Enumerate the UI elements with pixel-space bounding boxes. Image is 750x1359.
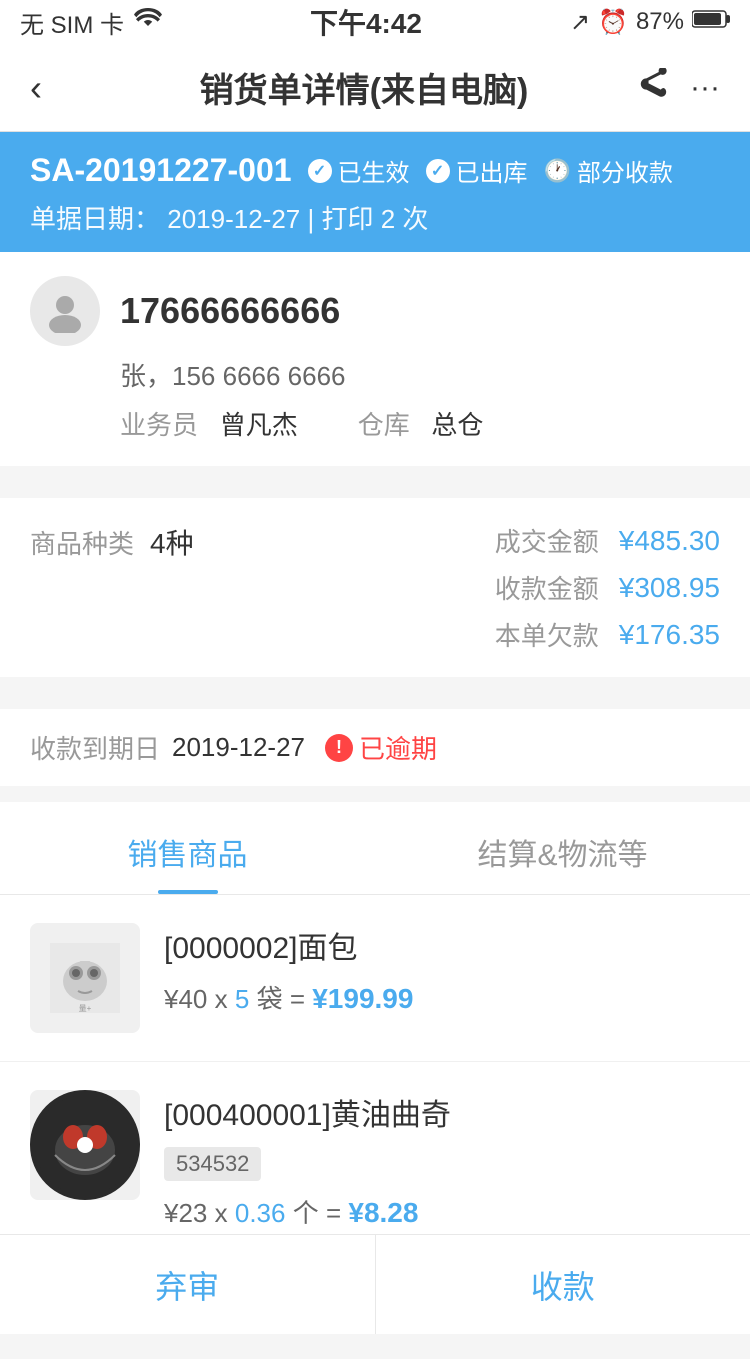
svg-text:量+: 量+: [79, 1004, 92, 1013]
more-button[interactable]: ···: [690, 71, 720, 105]
carrier-text: 无 SIM 卡: [20, 5, 124, 40]
summary-section: 商品种类 4种 成交金额 ¥485.30 收款金额 ¥308.95 本单欠款 ¥…: [0, 498, 750, 677]
debt-label: 本单欠款: [495, 616, 599, 653]
amounts: 成交金额 ¥485.30 收款金额 ¥308.95 本单欠款 ¥176.35: [495, 522, 720, 653]
overdue-text: 已逾期: [359, 729, 437, 766]
customer-extra: 业务员 曾凡杰 仓库 总仓: [30, 405, 720, 442]
type-label: 商品种类: [30, 524, 134, 561]
collect-button[interactable]: 收款: [376, 1235, 750, 1334]
battery-text: 87%: [636, 8, 684, 36]
debt-value: ¥176.35: [619, 619, 720, 651]
amount-label: 成交金额: [495, 522, 599, 559]
product-info-1: [0000002]面包 ¥40 x 5 袋 = ¥199.99: [164, 923, 720, 1016]
check-icon-2: ✓: [426, 159, 450, 183]
page-title: 销货单详情(来自电脑): [200, 63, 529, 112]
status-time: 下午4:42: [310, 2, 422, 42]
due-date-section: 收款到期日 2019-12-27 ! 已逾期: [0, 709, 750, 786]
warehouse: 总仓: [431, 410, 483, 440]
amount-value: ¥485.30: [619, 525, 720, 557]
due-date: 2019-12-27: [172, 732, 305, 763]
back-button[interactable]: ‹: [30, 67, 90, 109]
product-image-2: [30, 1090, 140, 1200]
status-bar: 无 SIM 卡 下午4:42 ↗ ⏰ 87%: [0, 0, 750, 44]
tab-settlement[interactable]: 结算&物流等: [375, 802, 750, 894]
received-value: ¥308.95: [619, 572, 720, 604]
divider-1: [0, 482, 750, 498]
qty-1: 5: [235, 984, 249, 1014]
status-shipped: ✓ 已出库: [426, 153, 528, 188]
header-banner: SA-20191227-001 ✓ 已生效 ✓ 已出库 🕐 部分收款 单据日期：…: [0, 132, 750, 252]
tab-sales-products[interactable]: 销售商品: [0, 802, 375, 894]
sales-person: 曾凡杰: [220, 410, 298, 440]
clock-icon: 🕐: [544, 158, 571, 184]
status-right: ↗ ⏰ 87%: [570, 8, 730, 37]
location-icon: ↗: [570, 8, 590, 37]
product-name-1: [0000002]面包: [164, 923, 720, 967]
total-2: ¥8.28: [348, 1197, 418, 1228]
order-id: SA-20191227-001: [30, 152, 292, 189]
nav-bar: ‹ 销货单详情(来自电脑) ···: [0, 44, 750, 132]
divider-2: [0, 693, 750, 709]
product-info-2: [000400001]黄油曲奇 534532 ¥23 x 0.36 个 = ¥8…: [164, 1090, 720, 1230]
customer-name: 17666666666: [120, 290, 340, 332]
total-1: ¥199.99: [312, 983, 413, 1014]
alarm-icon: ⏰: [598, 8, 628, 37]
product-price-1: ¥40 x 5 袋 = ¥199.99: [164, 979, 720, 1016]
list-item: [000400001]黄油曲奇 534532 ¥23 x 0.36 个 = ¥8…: [0, 1062, 750, 1259]
product-image-1: 量+: [30, 923, 140, 1033]
check-icon-1: ✓: [308, 159, 332, 183]
battery-icon: [692, 8, 730, 36]
customer-section: 17666666666 张，156 6666 6666 业务员 曾凡杰 仓库 总…: [0, 252, 750, 466]
order-date-info: 单据日期： 2019-12-27 | 打印 2 次: [30, 199, 720, 236]
overdue-badge: ! 已逾期: [325, 729, 437, 766]
wifi-icon: [134, 8, 162, 37]
tabs: 销售商品 结算&物流等: [0, 802, 750, 895]
cancel-button[interactable]: 弃审: [0, 1235, 376, 1334]
nav-actions: ···: [638, 68, 720, 108]
due-label: 收款到期日: [30, 729, 160, 766]
status-left: 无 SIM 卡: [20, 5, 162, 40]
list-item: 量+ [0000002]面包 ¥40 x 5 袋 = ¥199.99: [0, 895, 750, 1062]
status-partial: 🕐 部分收款: [544, 153, 673, 188]
share-button[interactable]: [638, 68, 670, 108]
type-count: 4种: [150, 522, 194, 562]
avatar: [30, 276, 100, 346]
customer-contact: 张，156 6666 6666: [30, 356, 720, 393]
status-effected: ✓ 已生效: [308, 153, 410, 188]
product-sku-2: 534532: [164, 1147, 261, 1181]
bottom-bar: 弃审 收款: [0, 1234, 750, 1334]
product-price-2: ¥23 x 0.36 个 = ¥8.28: [164, 1193, 720, 1230]
qty-2: 0.36: [235, 1198, 286, 1228]
received-label: 收款金额: [495, 569, 599, 606]
product-name-2: [000400001]黄油曲奇: [164, 1090, 720, 1134]
products-section: 量+ [0000002]面包 ¥40 x 5 袋 = ¥199.99: [0, 895, 750, 1259]
overdue-icon: !: [325, 734, 353, 762]
divider-3: [0, 786, 750, 802]
